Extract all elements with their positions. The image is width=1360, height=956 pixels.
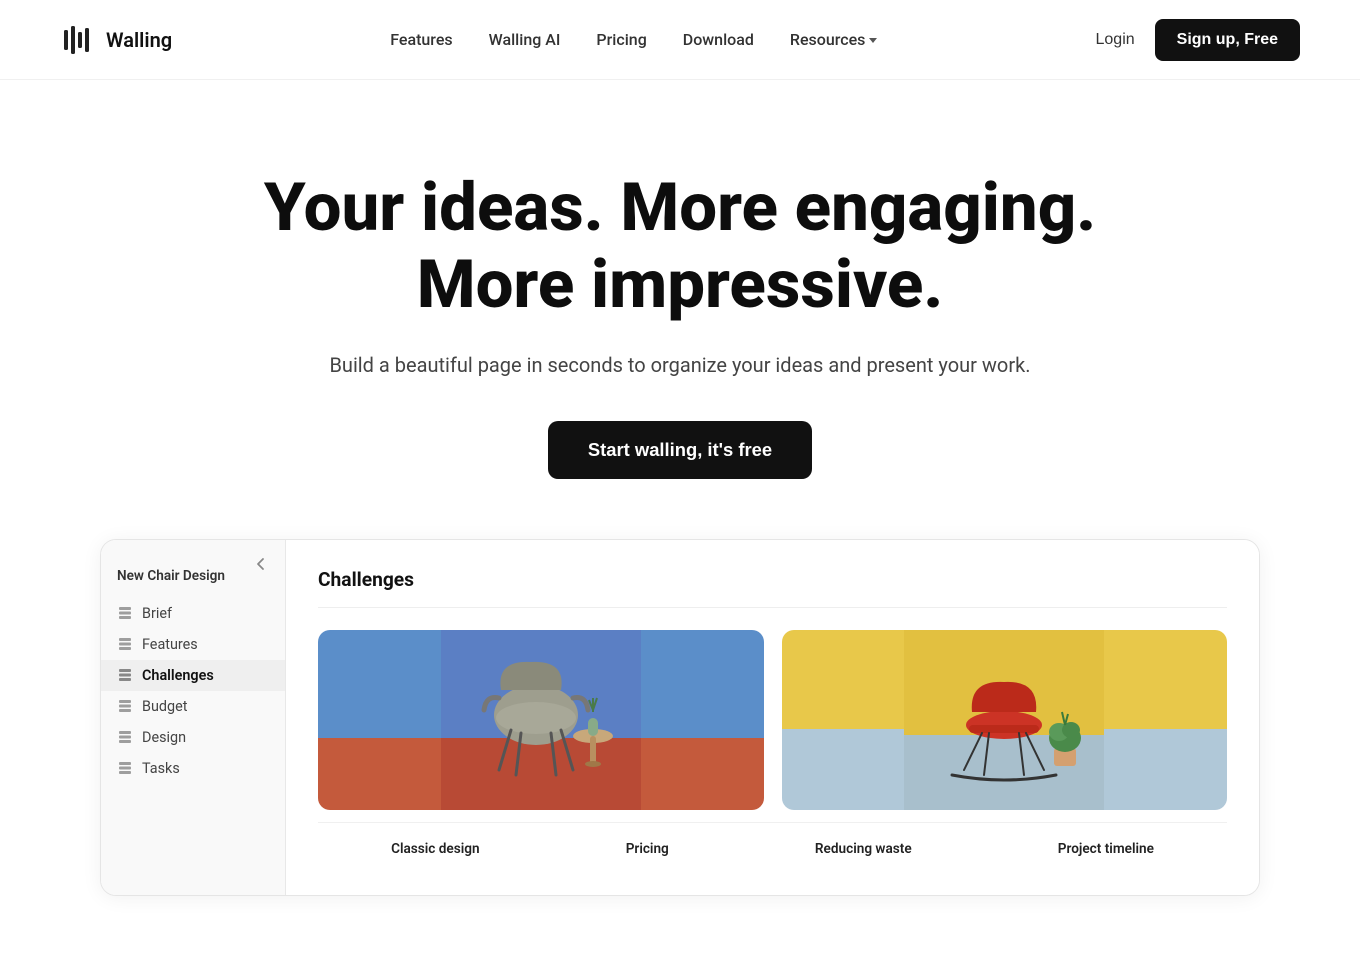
hero-section: Your ideas. More engaging. More impressi… <box>0 80 1360 539</box>
hero-headline: Your ideas. More engaging. More impressi… <box>230 170 1130 325</box>
hero-subtext: Build a beautiful page in seconds to org… <box>20 353 1340 377</box>
layers-icon <box>117 760 133 776</box>
nav-link-download[interactable]: Download <box>683 30 754 49</box>
layers-icon <box>117 605 133 621</box>
demo-sidebar: New Chair Design Brief Features Challeng… <box>101 540 286 895</box>
chevron-left-icon <box>254 557 268 571</box>
nav-link-pricing[interactable]: Pricing <box>596 30 646 49</box>
layers-icon <box>117 667 133 683</box>
bottom-labels: Classic design Pricing Reducing waste Pr… <box>318 822 1227 867</box>
card-1-image <box>318 630 764 810</box>
navbar: Walling Features Walling AI Pricing Down… <box>0 0 1360 80</box>
card-2-image <box>782 630 1228 810</box>
nav-auth: Login Sign up, Free <box>1096 19 1301 61</box>
label-project-timeline: Project timeline <box>1058 841 1154 857</box>
label-reducing-waste: Reducing waste <box>815 841 912 857</box>
chair-1-illustration <box>441 630 641 810</box>
chair-2-illustration <box>904 630 1104 810</box>
sidebar-item-challenges[interactable]: Challenges <box>101 660 285 691</box>
demo-main-content: Challenges <box>286 540 1259 895</box>
nav-link-walling-ai[interactable]: Walling AI <box>489 30 561 49</box>
layers-icon <box>117 636 133 652</box>
nav-link-features[interactable]: Features <box>390 30 452 49</box>
layers-icon <box>117 698 133 714</box>
sidebar-item-tasks[interactable]: Tasks <box>101 753 285 784</box>
card-1[interactable] <box>318 630 764 810</box>
nav-links: Features Walling AI Pricing Download Res… <box>390 30 877 49</box>
label-classic-design: Classic design <box>391 841 480 857</box>
walling-logo-icon <box>60 22 96 58</box>
login-button[interactable]: Login <box>1096 31 1135 49</box>
card-2[interactable] <box>782 630 1228 810</box>
resources-chevron-icon <box>869 38 877 43</box>
sidebar-item-features[interactable]: Features <box>101 629 285 660</box>
nav-link-resources[interactable]: Resources <box>790 30 878 49</box>
demo-section: New Chair Design Brief Features Challeng… <box>100 539 1260 896</box>
logo-link[interactable]: Walling <box>60 22 172 58</box>
signup-button[interactable]: Sign up, Free <box>1155 19 1300 61</box>
sidebar-toggle-button[interactable] <box>249 552 273 576</box>
cards-grid <box>318 630 1227 810</box>
sidebar-item-brief[interactable]: Brief <box>101 598 285 629</box>
sidebar-item-design[interactable]: Design <box>101 722 285 753</box>
cta-button[interactable]: Start walling, it's free <box>548 421 812 479</box>
demo-section-title: Challenges <box>318 568 1227 608</box>
sidebar-item-budget[interactable]: Budget <box>101 691 285 722</box>
logo-text: Walling <box>106 28 172 52</box>
label-pricing: Pricing <box>626 841 669 857</box>
layers-icon <box>117 729 133 745</box>
